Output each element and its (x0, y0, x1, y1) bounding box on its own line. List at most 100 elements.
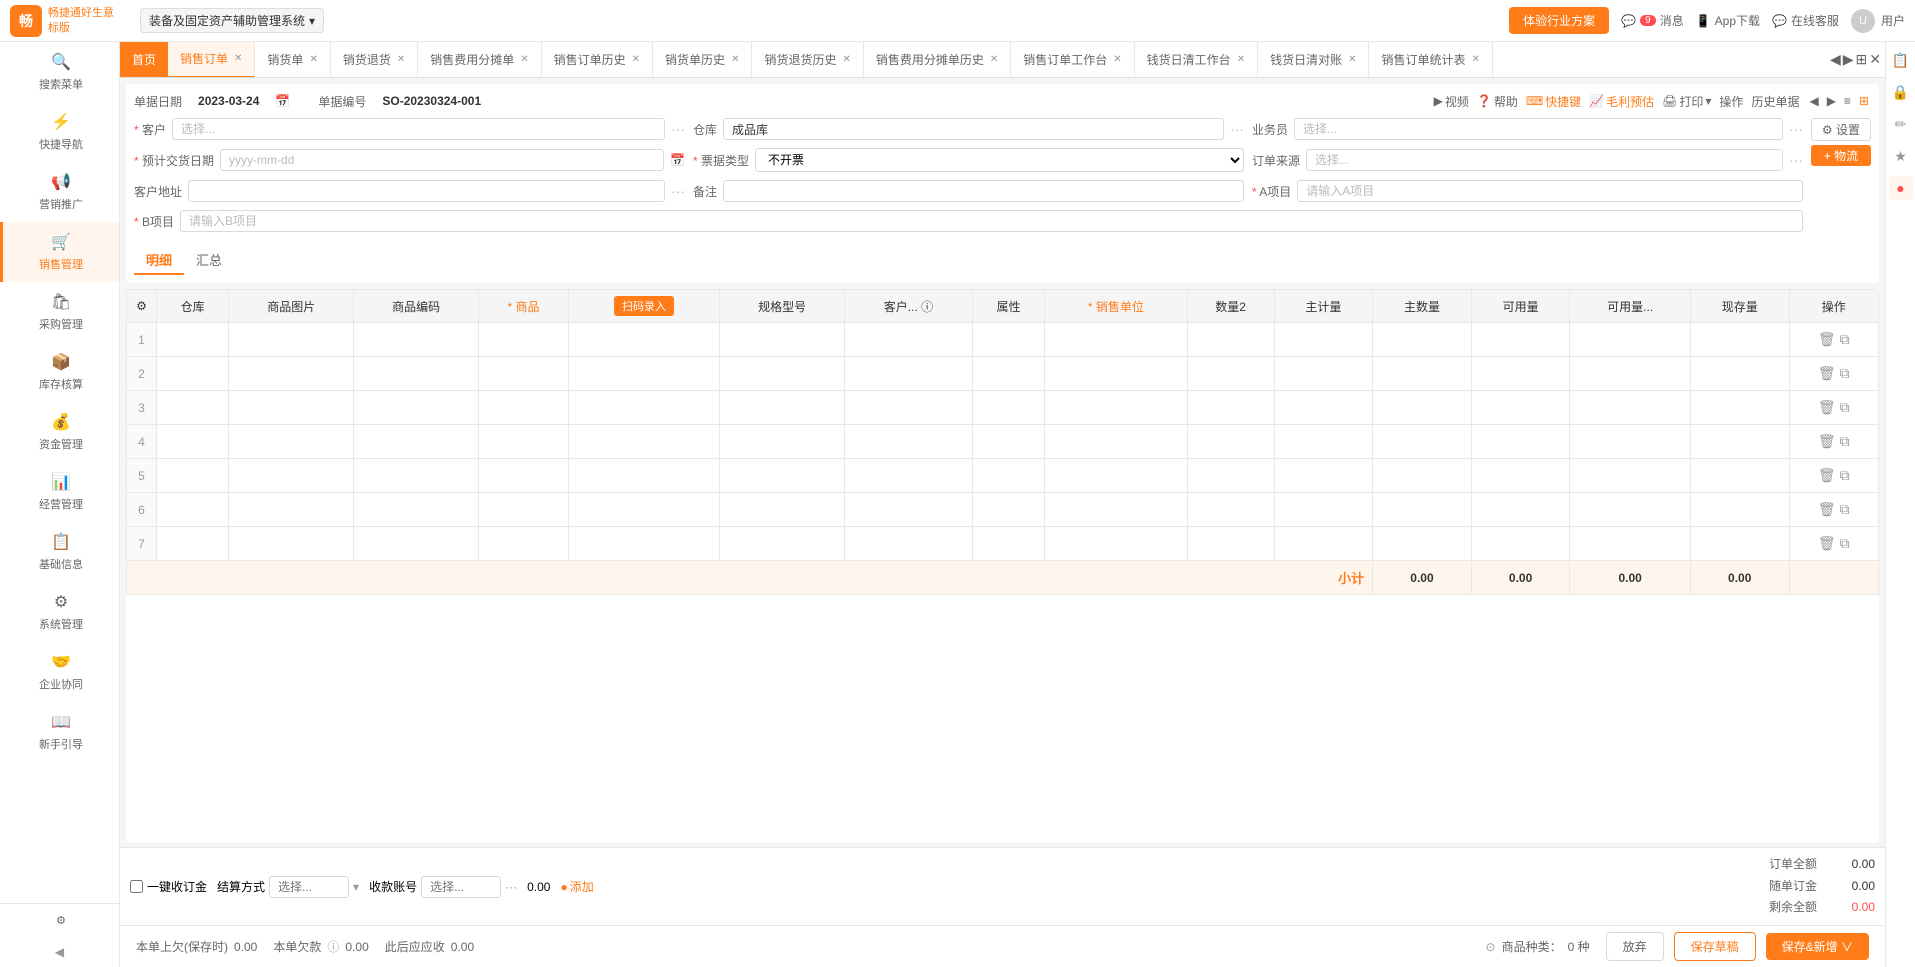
history-button[interactable]: 历史单据 (1751, 93, 1799, 110)
row-copy-icon[interactable]: ⧉ (1840, 433, 1850, 450)
sidebar-item-baseinfo[interactable]: 📋 基础信息 (0, 522, 119, 582)
order-source-input[interactable] (1306, 149, 1783, 171)
sidebar-item-purchase[interactable]: 🛍 采购管理 (0, 282, 119, 342)
tab-close-icon[interactable]: ✕ (309, 54, 317, 65)
delivery-input[interactable] (220, 149, 664, 171)
staff-input[interactable] (1294, 118, 1783, 140)
customer-input[interactable] (172, 118, 665, 140)
table-scroll[interactable]: ⚙ 仓库 商品图片 商品编码 * 商品 扫码录入 规格型号 客户... ⓘ 属性… (126, 289, 1879, 595)
save-draft-button[interactable]: 保存草稿 (1674, 932, 1756, 961)
sidebar-item-search[interactable]: 🔍 搜索菜单 (0, 42, 119, 102)
shortcut-button[interactable]: ⌨ 快捷键 (1526, 93, 1581, 110)
row-copy-icon[interactable]: ⧉ (1840, 399, 1850, 416)
sidebar-item-collab[interactable]: 🤝 企业协同 (0, 642, 119, 702)
col-scan[interactable]: 扫码录入 (568, 290, 719, 323)
tab-summary[interactable]: 汇总 (184, 246, 234, 275)
tab-sales-order-history[interactable]: 销售订单历史 ✕ (542, 42, 653, 78)
help-button[interactable]: ❓ 帮助 (1477, 93, 1518, 110)
tab-close-icon[interactable]: ✕ (1237, 54, 1245, 65)
scan-button[interactable]: 扫码录入 (614, 296, 674, 316)
col-gear[interactable]: ⚙ (127, 290, 157, 323)
sidebar-item-sales[interactable]: 🛒 销售管理 (0, 222, 119, 282)
row-delete-icon[interactable]: 🗑 (1818, 433, 1836, 450)
app-download-button[interactable]: 📱 App下载 (1696, 12, 1760, 29)
row-delete-icon[interactable]: 🗑 (1818, 399, 1836, 416)
row-qty2[interactable] (1187, 323, 1274, 357)
user-area[interactable]: U 用户 (1851, 9, 1905, 33)
sidebar-item-inventory[interactable]: 📦 库存核算 (0, 342, 119, 402)
print-dropdown-icon[interactable]: ▾ (1705, 94, 1711, 108)
profit-button[interactable]: 📈 毛利预估 (1589, 93, 1654, 110)
project-a-input[interactable] (1297, 180, 1803, 202)
row-copy-icon[interactable]: ⧉ (1840, 501, 1850, 518)
order-source-more-icon[interactable]: ··· (1789, 152, 1803, 168)
tab-close-icon[interactable]: ✕ (731, 54, 739, 65)
row-copy-icon[interactable]: ⧉ (1840, 535, 1850, 552)
tab-close-icon[interactable]: ✕ (520, 54, 528, 65)
settings-button[interactable]: ⚙ 设置 (1811, 118, 1871, 141)
rs-alert-icon[interactable]: ● (1889, 176, 1913, 200)
tab-close-icon[interactable]: ✕ (1472, 54, 1480, 65)
tab-sales-goods-history[interactable]: 销货单历史 ✕ (653, 42, 752, 78)
row-available2[interactable] (1570, 323, 1691, 357)
address-input[interactable] (188, 180, 665, 202)
rs-star-icon[interactable]: ★ (1889, 144, 1913, 168)
customer-more-icon[interactable]: ··· (671, 121, 685, 137)
row-scan[interactable] (568, 323, 719, 357)
tab-prev-arrow[interactable]: ◀ (1830, 51, 1841, 68)
system-selector[interactable]: 装备及固定资产辅助管理系统 ▾ (140, 8, 324, 33)
tab-detail[interactable]: 明细 (134, 246, 184, 275)
row-warehouse[interactable] (157, 323, 229, 357)
save-new-button[interactable]: 保存&新增 ∨ (1766, 933, 1869, 960)
row-customer-code[interactable] (845, 323, 973, 357)
view-video-button[interactable]: ▶ 视频 (1434, 93, 1469, 110)
online-service-button[interactable]: 💬 在线客服 (1772, 12, 1839, 29)
print-button[interactable]: 🖨 打印 ▾ (1662, 93, 1711, 110)
prev-record-icon[interactable]: ◀ (1807, 92, 1820, 110)
tab-sales-return[interactable]: 销货退货 ✕ (331, 42, 418, 78)
tab-sales-stats[interactable]: 销售订单统计表 ✕ (1369, 42, 1492, 78)
rs-doc-icon[interactable]: 📋 (1889, 48, 1913, 72)
row-image[interactable] (229, 323, 354, 357)
row-goods[interactable] (479, 323, 569, 357)
row-delete-icon[interactable]: 🗑 (1818, 501, 1836, 518)
quick-confirm-checkbox[interactable] (130, 880, 143, 893)
add-logistics-button[interactable]: + 物流 (1811, 145, 1871, 166)
bank-account-more-icon[interactable]: ··· (505, 880, 517, 894)
tab-close-icon[interactable]: ✕ (1348, 54, 1356, 65)
tab-sales-order[interactable]: 销售订单 ✕ (168, 42, 255, 78)
sidebar-item-guide[interactable]: 📖 新手引导 (0, 702, 119, 762)
list-view-icon[interactable]: ≡ (1842, 92, 1853, 110)
industry-button[interactable]: 体验行业方案 (1509, 7, 1609, 34)
row-delete-icon[interactable]: 🗑 (1818, 535, 1836, 552)
row-main-qty[interactable] (1373, 323, 1472, 357)
sidebar-collapse-button[interactable]: ◀ (0, 937, 119, 967)
rs-lock-icon[interactable]: 🔒 (1889, 80, 1913, 104)
sidebar-item-quicknav[interactable]: ⚡ 快捷导航 (0, 102, 119, 162)
warehouse-more-icon[interactable]: ··· (1230, 121, 1244, 137)
tab-close-all-icon[interactable]: ✕ (1869, 51, 1881, 68)
rs-edit-icon[interactable]: ✏ (1889, 112, 1913, 136)
row-attr[interactable] (972, 323, 1044, 357)
remark-input[interactable] (723, 180, 1244, 202)
row-copy-icon[interactable]: ⧉ (1840, 365, 1850, 382)
row-copy-icon[interactable]: ⧉ (1840, 467, 1850, 484)
tab-close-icon[interactable]: ✕ (632, 54, 640, 65)
sidebar-item-operations[interactable]: 📊 经营管理 (0, 462, 119, 522)
row-code[interactable] (354, 323, 479, 357)
sidebar-item-system[interactable]: ⚙ 系统管理 (0, 582, 119, 642)
tab-expense-history[interactable]: 销售费用分摊单历史 ✕ (864, 42, 1011, 78)
next-record-icon[interactable]: ▶ (1825, 92, 1838, 110)
add-button[interactable]: ● 添加 (560, 878, 593, 895)
row-spec[interactable] (720, 323, 845, 357)
bank-account-input[interactable] (421, 876, 501, 898)
payment-method-dropdown[interactable]: ▾ (353, 880, 359, 894)
sidebar-item-finance[interactable]: 💰 资金管理 (0, 402, 119, 462)
row-unit[interactable] (1045, 323, 1187, 357)
payment-method-input[interactable] (269, 876, 349, 898)
tab-daily-workbench[interactable]: 钱货日清工作台 ✕ (1135, 42, 1258, 78)
tab-next-arrow[interactable]: ▶ (1843, 51, 1854, 68)
invoice-select[interactable]: 不开票 增值税普通发票 增值税专用发票 (755, 148, 1244, 172)
row-delete-icon[interactable]: 🗑 (1818, 331, 1836, 348)
tab-return-history[interactable]: 销货退货历史 ✕ (752, 42, 863, 78)
